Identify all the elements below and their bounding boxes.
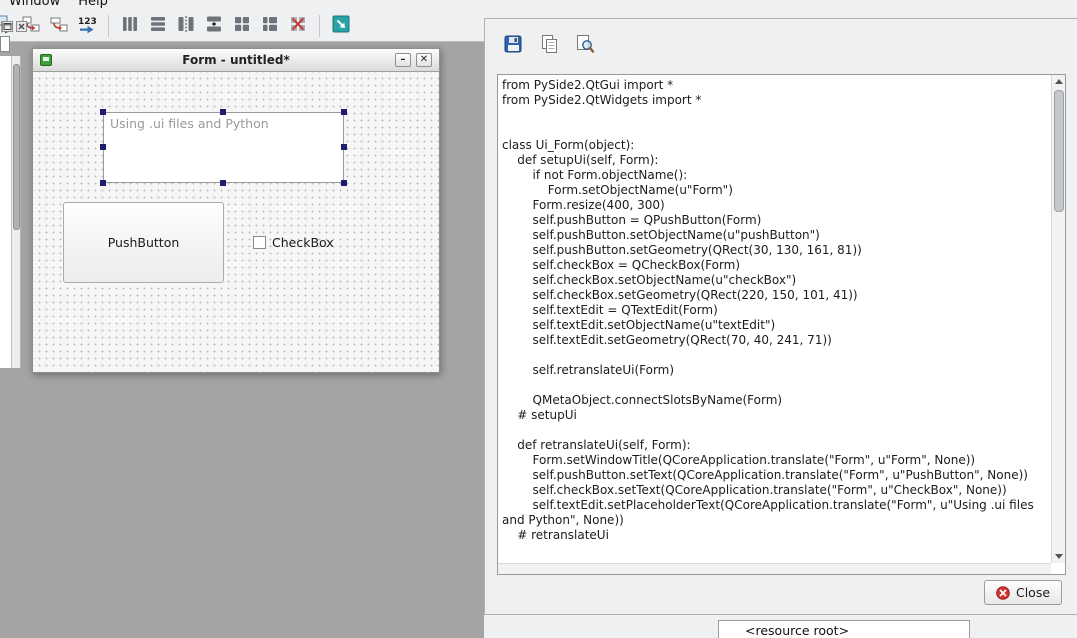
dock-close-button[interactable] (16, 21, 27, 32)
layout-horizontal-icon (119, 13, 141, 38)
form-window-titlebar[interactable]: Form - untitled* – ✕ (33, 49, 439, 72)
selection-handle[interactable] (341, 144, 347, 150)
form-window-title: Form - untitled* (182, 53, 290, 67)
break-layout-button[interactable] (284, 12, 312, 40)
selection-handle[interactable] (100, 109, 106, 115)
scroll-down-arrow-icon[interactable] (1052, 550, 1066, 563)
layout-vertical-icon (147, 13, 169, 38)
checkbox-widget[interactable]: CheckBox (253, 222, 354, 263)
form-window-icon (40, 54, 52, 69)
layout-grid-button[interactable] (228, 12, 256, 40)
layout-vertical-button[interactable] (144, 12, 172, 40)
layout-form-button[interactable] (256, 12, 284, 40)
pushbutton-label: PushButton (108, 235, 180, 250)
form-minimize-button[interactable]: – (395, 53, 411, 67)
code-vertical-scrollbar[interactable] (1051, 75, 1065, 563)
code-dialog-toolbar (499, 31, 599, 59)
edit-tab-order-icon: 123 (76, 13, 98, 38)
dock-float-button[interactable] (2, 21, 13, 32)
code-preview-dialog: from PySide2.QtGui import * from PySide2… (484, 18, 1077, 615)
menu-window[interactable]: Window (0, 0, 69, 9)
generated-python-code[interactable]: from PySide2.QtGui import * from PySide2… (502, 78, 1048, 560)
edit-tab-order-button[interactable]: 123 (73, 12, 101, 40)
widget-box-panel (0, 56, 12, 368)
widget-filter-input[interactable] (0, 36, 10, 52)
toolbar-separator (319, 15, 320, 37)
scroll-up-arrow-icon[interactable] (1052, 75, 1066, 88)
checkbox-indicator[interactable] (253, 236, 266, 249)
resource-browser-area: <resource root> (484, 615, 1077, 638)
code-editor[interactable]: from PySide2.QtGui import * from PySide2… (497, 74, 1066, 575)
textedit-placeholder: Using .ui files and Python (110, 116, 269, 131)
form-close-button[interactable]: ✕ (416, 53, 432, 67)
layout-vertical-splitter-button[interactable] (200, 12, 228, 40)
layout-horizontal-splitter-button[interactable] (172, 12, 200, 40)
menubar: Window Help (0, 0, 1077, 10)
form-designer-window: Form - untitled* – ✕ Using .ui files and… (32, 48, 440, 373)
copy-icon (538, 33, 560, 58)
selection-handle[interactable] (220, 180, 226, 186)
break-layout-icon (287, 13, 309, 38)
selection-handle[interactable] (220, 109, 226, 115)
pushbutton-widget[interactable]: PushButton (63, 202, 224, 283)
save-code-button[interactable] (499, 31, 527, 59)
selection-handle[interactable] (100, 144, 106, 150)
edit-buddies-button[interactable] (45, 12, 73, 40)
widget-box-scrollbar-thumb[interactable] (13, 64, 20, 230)
find-code-button[interactable] (571, 31, 599, 59)
selection-handle[interactable] (100, 180, 106, 186)
selection-handle[interactable] (341, 180, 347, 186)
save-icon (502, 33, 524, 58)
layout-form-icon (259, 13, 281, 38)
code-vertical-scrollbar-thumb[interactable] (1054, 90, 1064, 212)
resource-root-item[interactable]: <resource root> (719, 621, 969, 638)
close-button-label: Close (1016, 585, 1050, 600)
textedit-widget[interactable]: Using .ui files and Python (103, 112, 344, 183)
layout-horizontal-splitter-icon (175, 13, 197, 38)
resource-browser-list: <resource root> (718, 620, 970, 638)
layout-vertical-splitter-icon (203, 13, 225, 38)
copy-code-button[interactable] (535, 31, 563, 59)
code-horizontal-scrollbar[interactable] (498, 563, 1051, 574)
menu-help[interactable]: Help (69, 0, 117, 9)
toolbar-separator (108, 15, 109, 37)
adjust-size-button[interactable] (327, 12, 355, 40)
close-circle-icon (996, 586, 1010, 600)
menubar-items: Window Help (0, 0, 1077, 9)
find-icon (574, 33, 596, 58)
form-canvas[interactable]: Using .ui files and Python PushButton Ch… (33, 72, 439, 372)
layout-horizontal-button[interactable] (116, 12, 144, 40)
selection-handle[interactable] (341, 109, 347, 115)
adjust-size-icon (330, 13, 352, 38)
svg-text:123: 123 (78, 17, 97, 27)
checkbox-label: CheckBox (272, 235, 334, 250)
layout-grid-icon (231, 13, 253, 38)
close-button[interactable]: Close (984, 580, 1062, 605)
dock-titlebar-buttons (2, 21, 27, 32)
edit-buddies-icon (48, 13, 70, 38)
